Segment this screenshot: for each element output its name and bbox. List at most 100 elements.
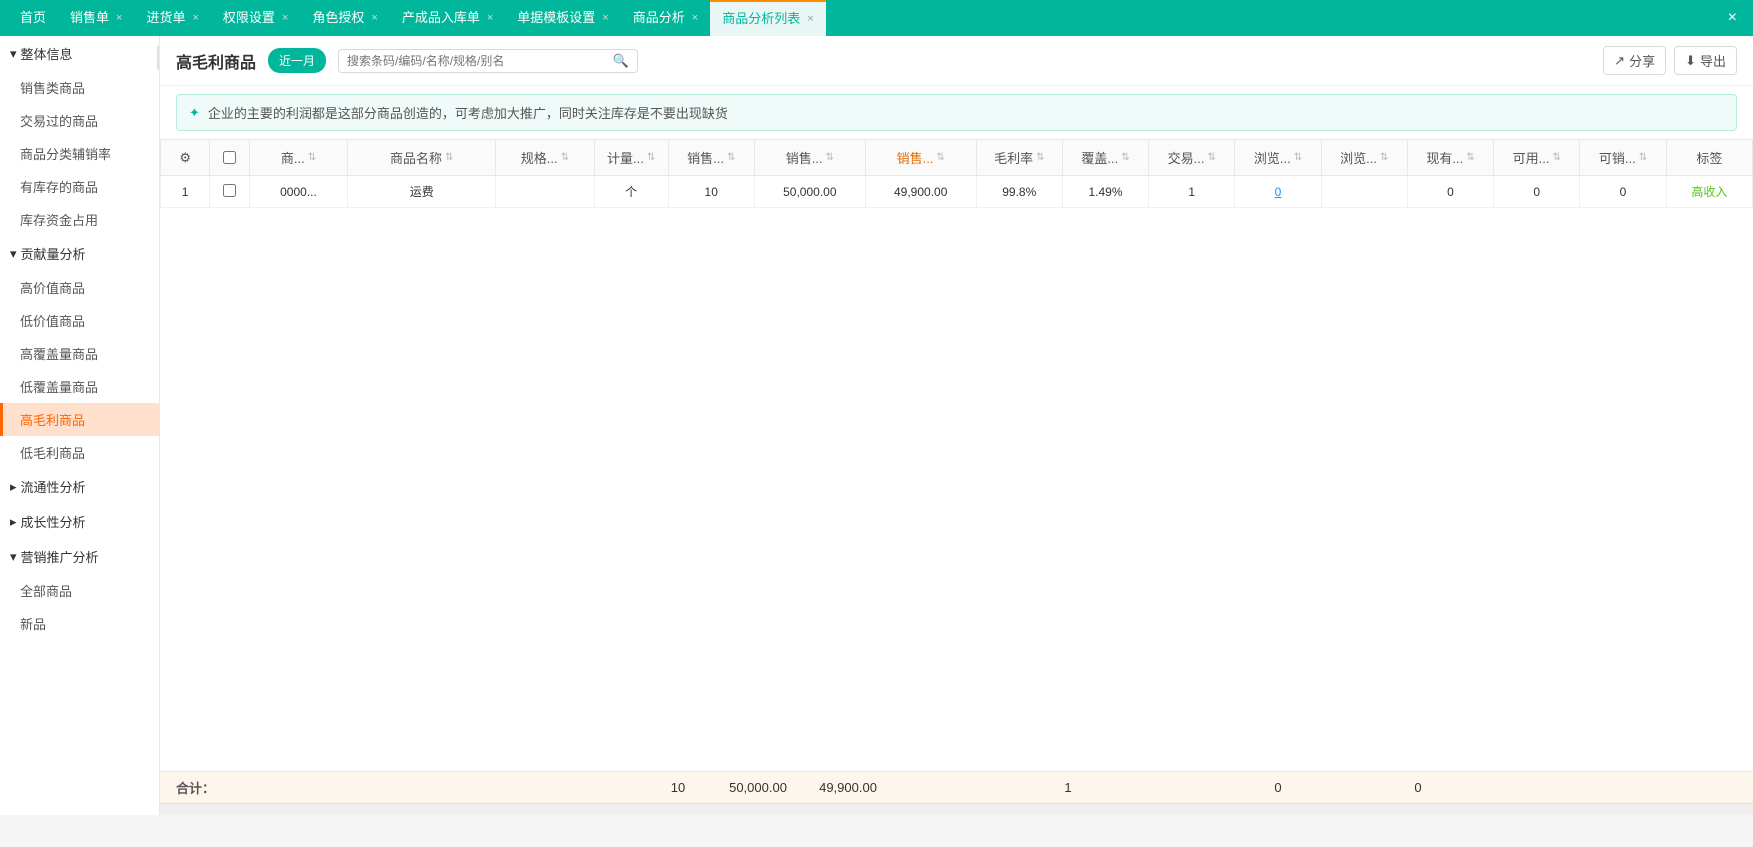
th-code[interactable]: 商... ⇅: [249, 140, 348, 176]
nav-role[interactable]: 角色授权 ×: [300, 0, 389, 36]
th-stock2[interactable]: 可用... ⇅: [1494, 140, 1580, 176]
cell-browse1[interactable]: 0: [1235, 176, 1321, 208]
sidebar-item-low-margin[interactable]: 低毛利商品: [0, 436, 159, 469]
row-checkbox[interactable]: [223, 184, 236, 197]
sidebar-toggle[interactable]: «: [157, 46, 160, 70]
sort-icon-salable: ⇅: [1639, 152, 1647, 163]
th-margin[interactable]: 毛利率 ⇅: [976, 140, 1062, 176]
nav-template-close[interactable]: ×: [602, 0, 608, 36]
export-button[interactable]: ⬇ 导出: [1674, 46, 1737, 75]
table-wrapper[interactable]: ⚙ 商... ⇅ 商品名称: [160, 139, 1753, 771]
th-unit[interactable]: 计量... ⇅: [594, 140, 668, 176]
sort-icon-coverage: ⇅: [1121, 152, 1129, 163]
th-sales-qty[interactable]: 销售... ⇅: [668, 140, 754, 176]
nav-goods-analysis-close[interactable]: ×: [692, 0, 698, 36]
sidebar-section-growth[interactable]: ▸ 成长性分析: [0, 504, 159, 539]
sort-icon-code: ⇅: [308, 152, 316, 163]
sidebar-item-sales-goods[interactable]: 销售类商品: [0, 71, 159, 104]
sidebar-item-all-goods[interactable]: 全部商品: [0, 574, 159, 607]
filter-recent-month[interactable]: 近一月: [268, 48, 326, 73]
sidebar-section-liquidity[interactable]: ▸ 流通性分析: [0, 469, 159, 504]
nav-goods-analysis-list[interactable]: 商品分析列表 ×: [710, 0, 825, 36]
sidebar-item-traded-goods[interactable]: 交易过的商品: [0, 104, 159, 137]
cell-name: 运费: [348, 176, 496, 208]
nav-sales-close[interactable]: ×: [116, 0, 122, 36]
scrollbar-area[interactable]: [160, 803, 1753, 815]
th-sales-amt[interactable]: 销售... ⇅: [754, 140, 865, 176]
nav-goods-analysis[interactable]: 商品分析 ×: [621, 0, 710, 36]
nav-sales[interactable]: 销售单 ×: [58, 0, 134, 36]
sidebar-item-low-value[interactable]: 低价值商品: [0, 304, 159, 337]
data-table: ⚙ 商... ⇅ 商品名称: [160, 139, 1753, 208]
th-salable[interactable]: 可销... ⇅: [1580, 140, 1666, 176]
cell-tag: 高收入: [1666, 176, 1752, 208]
search-icon[interactable]: 🔍: [613, 53, 629, 69]
sort-icon-sales-qty: ⇅: [727, 152, 735, 163]
footer-sales-profit: 49,900.00: [803, 780, 893, 795]
nav-permission[interactable]: 权限设置 ×: [211, 0, 300, 36]
sidebar-item-high-coverage[interactable]: 高覆盖量商品: [0, 337, 159, 370]
footer-trade: 1: [1033, 780, 1103, 795]
chevron-right-icon-2: ▸: [10, 514, 17, 530]
nav-purchase-close[interactable]: ×: [192, 0, 198, 36]
sidebar-item-high-value[interactable]: 高价值商品: [0, 271, 159, 304]
nav-product-in[interactable]: 产成品入库单 ×: [390, 0, 505, 36]
th-settings[interactable]: ⚙: [161, 140, 210, 176]
select-all-checkbox[interactable]: [223, 151, 236, 164]
sort-icon-name: ⇅: [445, 152, 453, 163]
nav-template[interactable]: 单据模板设置 ×: [505, 0, 620, 36]
window-close-btn[interactable]: ×: [1720, 0, 1745, 36]
sidebar-section-overview[interactable]: ▾ 整体信息: [0, 36, 159, 71]
cell-sales-qty: 10: [668, 176, 754, 208]
th-sales-profit[interactable]: 销售... ⇅: [865, 140, 976, 176]
cell-coverage: 1.49%: [1062, 176, 1148, 208]
th-browse2[interactable]: 浏览... ⇅: [1321, 140, 1407, 176]
share-icon: ↗: [1614, 53, 1625, 69]
sidebar-item-low-coverage[interactable]: 低覆盖量商品: [0, 370, 159, 403]
search-input[interactable]: [347, 54, 613, 68]
th-spec[interactable]: 规格... ⇅: [496, 140, 595, 176]
th-coverage[interactable]: 覆盖... ⇅: [1062, 140, 1148, 176]
footer-salable: 0: [1383, 780, 1453, 795]
sidebar-item-in-stock[interactable]: 有库存的商品: [0, 170, 159, 203]
sidebar-item-category-rate[interactable]: 商品分类辅销率: [0, 137, 159, 170]
th-tag[interactable]: 标签: [1666, 140, 1752, 176]
nav-role-close[interactable]: ×: [371, 0, 377, 36]
sidebar: « ▾ 整体信息 销售类商品 交易过的商品 商品分类辅销率 有库存的商品 库存资…: [0, 36, 160, 815]
th-stock1[interactable]: 现有... ⇅: [1407, 140, 1493, 176]
cell-num: 1: [161, 176, 210, 208]
th-browse1[interactable]: 浏览... ⇅: [1235, 140, 1321, 176]
nav-goods-analysis-list-close[interactable]: ×: [807, 1, 813, 37]
th-check[interactable]: [210, 140, 249, 176]
sidebar-item-high-margin[interactable]: 高毛利商品: [0, 403, 159, 436]
share-button[interactable]: ↗ 分享: [1603, 46, 1666, 75]
table-row: 1 0000... 运费 个 10 50,000.00 49,900.00 99…: [161, 176, 1753, 208]
sort-icon-margin: ⇅: [1036, 152, 1044, 163]
sidebar-section-contribution[interactable]: ▾ 贡献量分析: [0, 236, 159, 271]
export-icon: ⬇: [1685, 53, 1696, 69]
nav-home[interactable]: 首页: [8, 0, 58, 36]
footer-cells: 10 50,000.00 49,900.00 1 0 0: [231, 780, 1737, 795]
th-trade[interactable]: 交易... ⇅: [1149, 140, 1235, 176]
sidebar-item-stock-capital[interactable]: 库存资金占用: [0, 203, 159, 236]
cell-trade: 1: [1149, 176, 1235, 208]
nav-product-in-close[interactable]: ×: [487, 0, 493, 36]
top-nav: 首页 销售单 × 进货单 × 权限设置 × 角色授权 × 产成品入库单 × 单据…: [0, 0, 1753, 36]
header-actions: ↗ 分享 ⬇ 导出: [1603, 46, 1737, 75]
table-header-row: ⚙ 商... ⇅ 商品名称: [161, 140, 1753, 176]
cell-browse2: [1321, 176, 1407, 208]
sidebar-section-marketing[interactable]: ▾ 营销推广分析: [0, 539, 159, 574]
footer-sales-amt: 50,000.00: [713, 780, 803, 795]
sidebar-item-new-goods[interactable]: 新品: [0, 607, 159, 640]
chevron-down-icon: ▾: [10, 46, 17, 62]
sort-icon-sales-amt: ⇅: [826, 152, 834, 163]
th-name[interactable]: 商品名称 ⇅: [348, 140, 496, 176]
cell-check[interactable]: [210, 176, 249, 208]
content-area: 高毛利商品 近一月 🔍 ↗ 分享 ⬇ 导出 ✦ 企业的主要的利润都是这部分商品创…: [160, 36, 1753, 815]
sort-icon-stock2: ⇅: [1552, 152, 1560, 163]
sort-icon-sales-profit: ⇅: [936, 152, 944, 163]
nav-purchase[interactable]: 进货单 ×: [134, 0, 210, 36]
chevron-down-icon-2: ▾: [10, 246, 17, 262]
footer-bar: 合计： 10 50,000.00 49,900.00 1 0 0: [160, 771, 1753, 803]
nav-permission-close[interactable]: ×: [282, 0, 288, 36]
